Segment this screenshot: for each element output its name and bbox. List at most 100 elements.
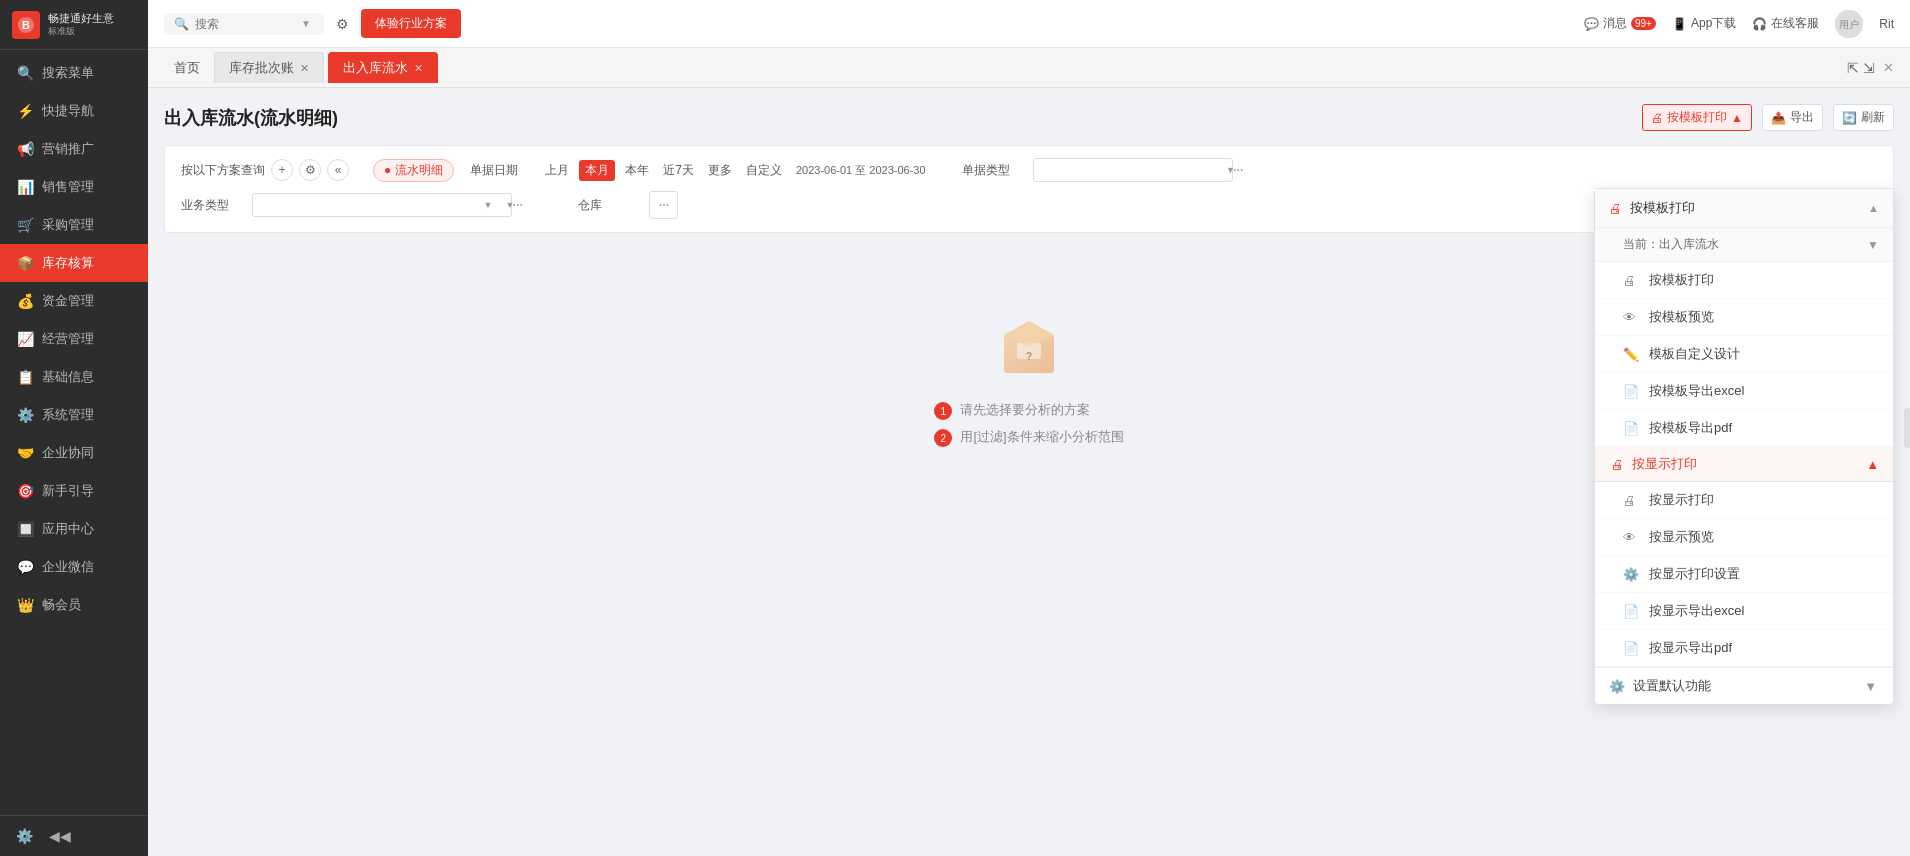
operations-icon: 📈 [16,331,34,347]
sidebar-item-collab[interactable]: 🤝 企业协同 [0,434,148,472]
biz-type-more-button[interactable]: ··· [512,196,522,214]
dropdown-footer-settings[interactable]: ⚙️ 设置默认功能 ▼ [1595,667,1893,704]
user-avatar[interactable]: 用户 [1835,10,1863,38]
dropdown-item-template-preview[interactable]: 👁 按模板预览 [1595,299,1893,336]
header-right-area: 💬 消息 99+ 📱 App下载 🎧 在线客服 用户 Rit [1584,10,1894,38]
sidebar-item-label: 库存核算 [42,254,94,272]
sidebar-item-system[interactable]: ⚙️ 系统管理 [0,396,148,434]
sidebar-item-apps[interactable]: 🔲 应用中心 [0,510,148,548]
header-gear-icon[interactable]: ⚙ [336,16,349,32]
sidebar-item-wechat[interactable]: 💬 企业微信 [0,548,148,586]
dropdown-item-display-preview[interactable]: 👁 按显示预览 [1595,519,1893,556]
sidebar-item-basics[interactable]: 📋 基础信息 [0,358,148,396]
template-custom-item-label: 模板自定义设计 [1649,345,1740,363]
display-print-sub-icon: 🖨 [1611,457,1624,472]
display-pdf-icon: 📄 [1623,641,1639,656]
biz-type-select[interactable] [252,193,512,217]
export-button[interactable]: 📤 导出 [1762,104,1823,131]
online-service-button[interactable]: 🎧 在线客服 [1752,15,1819,32]
dropdown-item-template-excel[interactable]: 📄 按模板导出excel [1595,373,1893,410]
export-label: 导出 [1790,109,1814,126]
messages-button[interactable]: 💬 消息 99+ [1584,15,1656,32]
date-shortcut-custom[interactable]: 自定义 [742,160,786,181]
display-print-settings-icon: ⚙️ [1623,567,1639,582]
sidebar-nav: 🔍 搜索菜单 ⚡ 快捷导航 📢 营销推广 📊 销售管理 🛒 采购管理 📦 库存核… [0,50,148,815]
filter-collapse-button[interactable]: « [327,159,349,181]
dropdown-item-display-pdf[interactable]: 📄 按显示导出pdf [1595,630,1893,667]
date-shortcut-7days[interactable]: 近7天 [659,160,698,181]
sidebar-item-inventory[interactable]: 📦 库存核算 [0,244,148,282]
collapse-sidebar-icon[interactable]: ◀◀ [49,828,71,844]
filter-tag-label: 流水明细 [395,162,443,179]
dropdown-current-item: 当前：出入库流水 ▼ [1595,228,1893,262]
sidebar-item-member[interactable]: 👑 畅会员 [0,586,148,624]
sidebar-item-quick-nav[interactable]: ⚡ 快捷导航 [0,92,148,130]
tab-home[interactable]: 首页 [164,53,210,83]
step-1-num: 1 [934,402,952,420]
dropdown-item-template-pdf[interactable]: 📄 按模板导出pdf [1595,410,1893,447]
tab-batch-account-close[interactable]: ✕ [300,62,309,75]
filter-setting-button[interactable]: ⚙ [299,159,321,181]
current-chevron-icon: ▼ [1867,238,1879,252]
page-header: 出入库流水(流水明细) 🖨 按模板打印 ▲ 📤 导出 🔄 刷新 [164,104,1894,131]
trial-button[interactable]: 体验行业方案 [361,9,461,38]
settings-bottom-icon[interactable]: ⚙️ [16,828,33,844]
export-icon: 📤 [1771,111,1786,125]
tab-batch-account[interactable]: 库存批次账 ✕ [214,52,324,83]
date-shortcut-this-month[interactable]: 本月 [579,160,615,181]
dropdown-item-template-custom[interactable]: ✏️ 模板自定义设计 [1595,336,1893,373]
app-icon: 📱 [1672,17,1687,31]
dropdown-item-display-print-settings[interactable]: ⚙️ 按显示打印设置 [1595,556,1893,593]
date-shortcut-this-year[interactable]: 本年 [621,160,653,181]
filter-add-button[interactable]: + [271,159,293,181]
tab-batch-account-label: 库存批次账 [229,59,294,77]
app-logo-icon: B [12,11,40,39]
search-input[interactable] [195,17,295,31]
tab-close-all-icon[interactable]: ✕ [1883,60,1894,75]
header-search-box[interactable]: 🔍 ▼ [164,13,324,35]
tab-inout-flow-close[interactable]: ✕ [414,62,423,75]
template-preview-item-label: 按模板预览 [1649,308,1714,326]
resize-handle[interactable] [1904,408,1910,448]
dropdown-panel: 🖨 按模板打印 ▲ 当前：出入库流水 ▼ 🖨 按模板打印 👁 按模板预览 ✏️ [1594,188,1894,705]
app-download-button[interactable]: 📱 App下载 [1672,15,1736,32]
sidebar-item-sales[interactable]: 📊 销售管理 [0,168,148,206]
sidebar-item-operations[interactable]: 📈 经营管理 [0,320,148,358]
dropdown-item-template-print[interactable]: 🖨 按模板打印 [1595,262,1893,299]
tab-inout-flow[interactable]: 出入库流水 ✕ [328,52,438,83]
date-filter-label: 单据日期 [470,162,525,179]
sidebar-item-search[interactable]: 🔍 搜索菜单 [0,54,148,92]
sidebar-item-label: 采购管理 [42,216,94,234]
dropdown-header: 🖨 按模板打印 ▲ [1595,189,1893,228]
empty-steps-list: 1 请先选择要分析的方案 2 用[过滤]条件来缩小分析范围 [934,401,1123,455]
svg-text:B: B [22,19,30,31]
sidebar-item-purchase[interactable]: 🛒 采购管理 [0,206,148,244]
template-print-button[interactable]: 🖨 按模板打印 ▲ [1642,104,1752,131]
display-print-label: 按显示打印 [1649,491,1714,509]
step-2-text: 用[过滤]条件来缩小分析范围 [960,428,1123,446]
filter-tag-liushui[interactable]: ● 流水明细 [373,159,454,182]
refresh-button[interactable]: 🔄 刷新 [1833,104,1894,131]
finance-icon: 💰 [16,293,34,309]
dropdown-item-display-print[interactable]: 🖨 按显示打印 [1595,482,1893,519]
doc-type-more-button[interactable]: ··· [1233,161,1243,179]
sidebar-item-guide[interactable]: 🎯 新手引导 [0,472,148,510]
tab-home-label: 首页 [174,59,200,77]
system-icon: ⚙️ [16,407,34,423]
message-icon: 💬 [1584,17,1599,31]
dropdown-sub-header: 🖨 按显示打印 ▲ [1595,447,1893,482]
warehouse-more-button[interactable]: ··· [649,191,677,219]
date-shortcut-more[interactable]: 更多 [704,160,736,181]
display-print-settings-label: 按显示打印设置 [1649,565,1740,583]
sidebar: B 畅捷通好生意 标准版 🔍 搜索菜单 ⚡ 快捷导航 📢 营销推广 📊 销售管理… [0,0,148,856]
dropdown-item-display-excel[interactable]: 📄 按显示导出excel [1595,593,1893,630]
date-shortcuts: 上月 本月 本年 近7天 更多 自定义 2023-06-01 至 2023-06… [541,160,925,181]
doc-type-select[interactable] [1033,158,1233,182]
sidebar-item-label: 基础信息 [42,368,94,386]
basics-icon: 📋 [16,369,34,385]
tab-expand-button[interactable]: ⇱ ⇲ [1847,60,1875,76]
sidebar-item-label: 销售管理 [42,178,94,196]
sidebar-item-marketing[interactable]: 📢 营销推广 [0,130,148,168]
sidebar-item-finance[interactable]: 💰 资金管理 [0,282,148,320]
date-shortcut-last-month[interactable]: 上月 [541,160,573,181]
